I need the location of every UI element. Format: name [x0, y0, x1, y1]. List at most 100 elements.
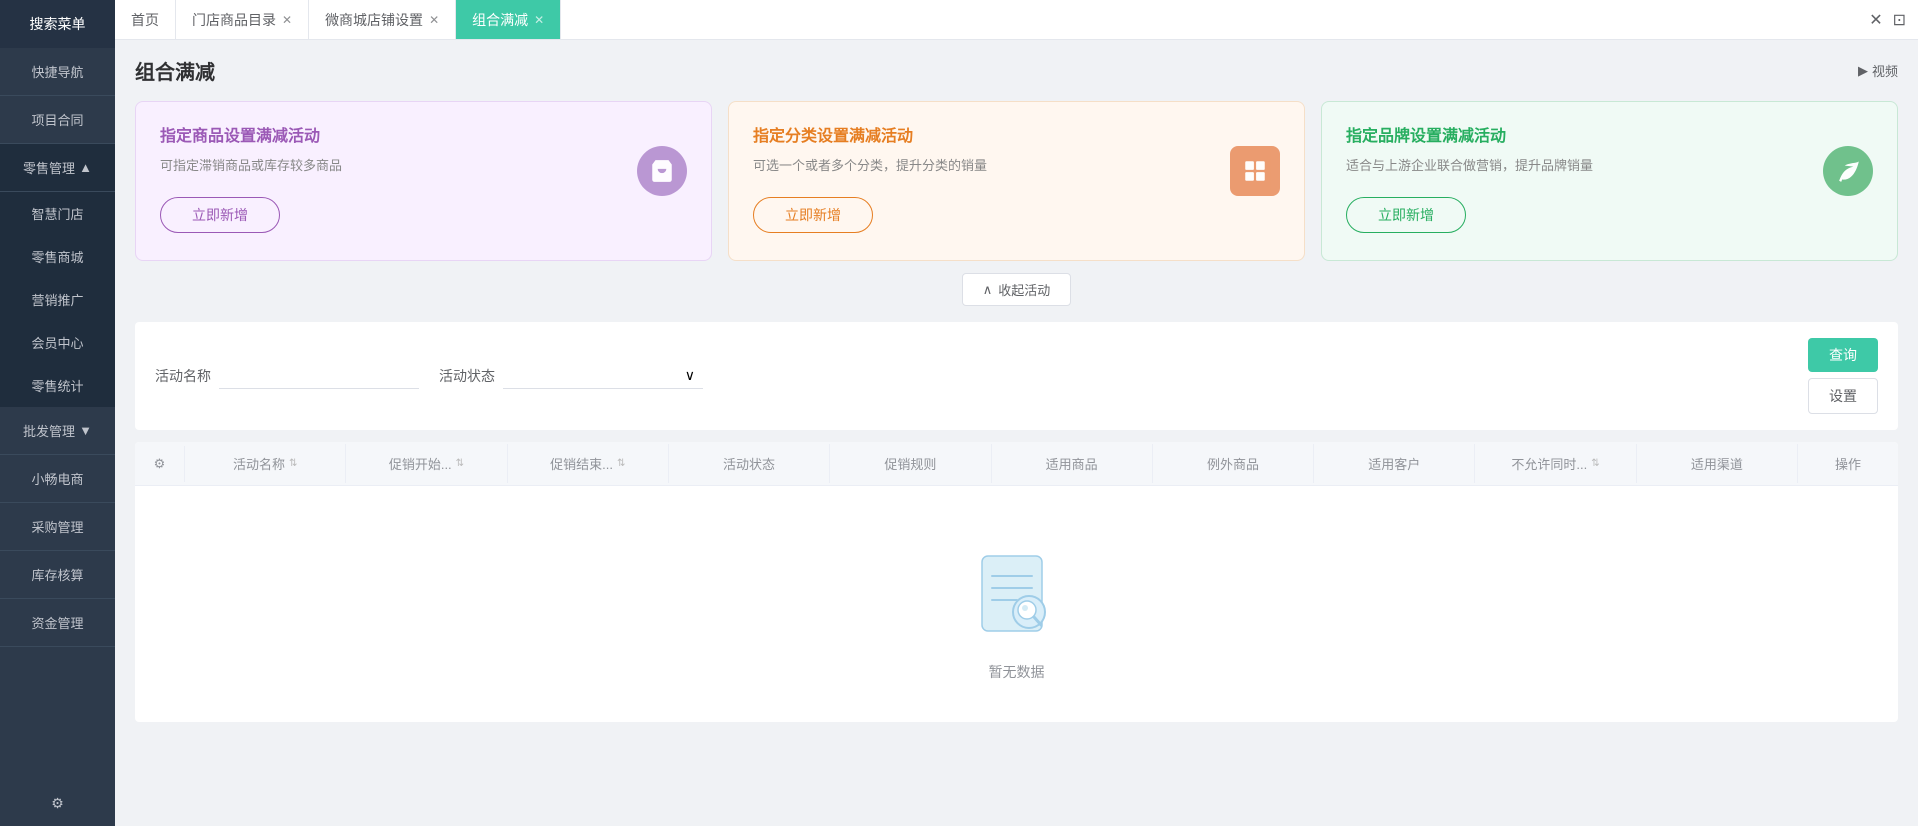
tab-store-products-label: 门店商品目录: [192, 10, 276, 30]
th-activity-name[interactable]: 活动名称 ⇅: [185, 444, 346, 483]
th-exception-goods: 例外商品: [1153, 444, 1314, 483]
th-promo-start[interactable]: 促销开始... ⇅: [346, 444, 507, 483]
tab-store-products-close[interactable]: ✕: [282, 13, 292, 27]
sidebar-item-inventory[interactable]: 库存核算: [0, 551, 115, 599]
brand-card-icon: [1823, 146, 1873, 196]
empty-illustration: [957, 546, 1077, 646]
window-close-btn[interactable]: ✕: [1869, 10, 1882, 30]
activity-status-select[interactable]: ∨: [503, 363, 703, 389]
collapse-activities-btn[interactable]: ∧ 收起活动: [962, 273, 1072, 306]
tab-combo-discount-label: 组合满减: [472, 10, 528, 30]
tab-combo-discount-close[interactable]: ✕: [534, 13, 544, 27]
tab-home[interactable]: 首页: [115, 0, 176, 39]
product-card-desc: 可指定滞销商品或库存较多商品: [160, 156, 687, 177]
brand-card-desc: 适合与上游企业联合做营销，提升品牌销量: [1346, 156, 1873, 177]
tab-combo-discount[interactable]: 组合满减 ✕: [456, 0, 561, 39]
th-operation-label: 操作: [1835, 454, 1861, 473]
sidebar-settings-btn[interactable]: ⚙: [0, 781, 115, 826]
th-activity-name-label: 活动名称: [233, 454, 285, 473]
sidebar: 搜索菜单 快捷导航 项目合同 零售管理 ▲ 智慧门店 零售商城 营销推广 会员中…: [0, 0, 115, 826]
activity-cards: 指定商品设置满减活动 可指定滞销商品或库存较多商品 立即新增 指定分类设置满减活…: [135, 101, 1898, 261]
sidebar-item-xiaochangec[interactable]: 小畅电商: [0, 455, 115, 503]
category-card-icon: [1230, 146, 1280, 196]
th-activity-status: 活动状态: [669, 444, 830, 483]
table-header: ⚙ 活动名称 ⇅ 促销开始... ⇅ 促销结束... ⇅ 活动状态: [135, 442, 1898, 486]
page-title: 组合满减: [135, 56, 215, 85]
video-link[interactable]: ▶ 视频: [1858, 61, 1898, 80]
th-promo-rule-label: 促销规则: [884, 454, 936, 473]
tab-store-products[interactable]: 门店商品目录 ✕: [176, 0, 309, 39]
sidebar-item-marketing[interactable]: 营销推广: [0, 278, 115, 321]
tab-bar-actions: ✕ ⊡: [1857, 10, 1918, 30]
brand-card-btn[interactable]: 立即新增: [1346, 197, 1466, 233]
th-exception-goods-label: 例外商品: [1207, 454, 1259, 473]
collapse-chevron-icon: ∧: [983, 282, 993, 298]
retail-management-label: 零售管理: [23, 158, 75, 177]
wholesale-label: 批发管理: [23, 421, 75, 440]
th-no-concurrent[interactable]: 不允许同时... ⇅: [1475, 444, 1636, 483]
th-activity-status-label: 活动状态: [723, 454, 775, 473]
page-header: 组合满减 ▶ 视频: [135, 56, 1898, 85]
th-applicable-channel: 适用渠道: [1637, 444, 1798, 483]
th-applicable-customer-label: 适用客户: [1368, 454, 1420, 473]
th-promo-rule: 促销规则: [830, 444, 991, 483]
window-restore-btn[interactable]: ⊡: [1893, 10, 1906, 30]
activity-name-filter: 活动名称: [155, 364, 419, 389]
sidebar-item-smart-store[interactable]: 智慧门店: [0, 192, 115, 235]
th-settings[interactable]: ⚙: [135, 446, 185, 482]
category-card-title: 指定分类设置满减活动: [753, 122, 1280, 146]
tab-wechat-settings-close[interactable]: ✕: [429, 13, 439, 27]
sort-concurrent-icon: ⇅: [1591, 458, 1599, 469]
product-card-btn[interactable]: 立即新增: [160, 197, 280, 233]
chevron-down-icon: ∨: [685, 367, 695, 384]
product-card-title: 指定商品设置满减活动: [160, 122, 687, 146]
sort-promo-end-icon: ⇅: [617, 458, 625, 469]
content-area: 组合满减 ▶ 视频 指定商品设置满减活动 可指定滞销商品或库存较多商品: [115, 40, 1918, 826]
empty-state: 暂无数据: [135, 486, 1898, 722]
table-container: ⚙ 活动名称 ⇅ 促销开始... ⇅ 促销结束... ⇅ 活动状态: [135, 442, 1898, 722]
sort-activity-name-icon: ⇅: [289, 458, 297, 469]
category-card-btn[interactable]: 立即新增: [753, 197, 873, 233]
sidebar-search[interactable]: 搜索菜单: [0, 0, 115, 48]
brand-card-title: 指定品牌设置满减活动: [1346, 122, 1873, 146]
tab-wechat-settings[interactable]: 微商城店铺设置 ✕: [309, 0, 456, 39]
activity-status-label: 活动状态: [439, 366, 495, 386]
sidebar-item-wholesale[interactable]: 批发管理 ▼: [0, 407, 115, 455]
filter-row: 活动名称 活动状态 ∨ 查询 设置: [135, 322, 1898, 430]
settings-button[interactable]: 设置: [1808, 378, 1878, 414]
th-applicable-goods: 适用商品: [992, 444, 1153, 483]
sidebar-item-retail-management[interactable]: 零售管理 ▲: [0, 144, 115, 192]
sidebar-item-project-contract[interactable]: 项目合同: [0, 96, 115, 144]
arrow-up-icon: ▲: [79, 160, 92, 175]
query-button[interactable]: 查询: [1808, 338, 1878, 372]
activity-name-label: 活动名称: [155, 366, 211, 386]
sidebar-item-quick-nav[interactable]: 快捷导航: [0, 48, 115, 96]
collapse-bar: ∧ 收起活动: [135, 273, 1898, 306]
tab-wechat-settings-label: 微商城店铺设置: [325, 10, 423, 30]
collapse-label: 收起活动: [998, 280, 1050, 299]
th-promo-end-label: 促销结束...: [550, 454, 613, 473]
sidebar-item-retail-stats[interactable]: 零售统计: [0, 364, 115, 407]
sidebar-item-member-center[interactable]: 会员中心: [0, 321, 115, 364]
th-applicable-goods-label: 适用商品: [1046, 454, 1098, 473]
th-operation: 操作: [1798, 444, 1898, 483]
category-card-desc: 可选一个或者多个分类，提升分类的销量: [753, 156, 1280, 177]
play-icon: ▶: [1858, 63, 1868, 79]
empty-text: 暂无数据: [989, 662, 1045, 682]
product-activity-card: 指定商品设置满减活动 可指定滞销商品或库存较多商品 立即新增: [135, 101, 712, 261]
th-promo-end[interactable]: 促销结束... ⇅: [508, 444, 669, 483]
activity-status-filter: 活动状态 ∨: [439, 363, 703, 389]
brand-activity-card: 指定品牌设置满减活动 适合与上游企业联合做营销，提升品牌销量 立即新增: [1321, 101, 1898, 261]
sidebar-item-fund[interactable]: 资金管理: [0, 599, 115, 647]
video-label: 视频: [1872, 61, 1898, 80]
activity-name-input[interactable]: [219, 364, 419, 389]
sort-promo-start-icon: ⇅: [456, 458, 464, 469]
sidebar-item-retail-mall[interactable]: 零售商城: [0, 235, 115, 278]
arrow-down-icon: ▼: [79, 423, 92, 438]
tab-bar: 首页 门店商品目录 ✕ 微商城店铺设置 ✕ 组合满减 ✕ ✕ ⊡: [115, 0, 1918, 40]
th-applicable-customer: 适用客户: [1314, 444, 1475, 483]
settings-col-icon: ⚙: [154, 456, 166, 472]
main-area: 首页 门店商品目录 ✕ 微商城店铺设置 ✕ 组合满减 ✕ ✕ ⊡ 组合满减 ▶ …: [115, 0, 1918, 826]
sidebar-item-purchase[interactable]: 采购管理: [0, 503, 115, 551]
th-no-concurrent-label: 不允许同时...: [1511, 454, 1587, 473]
